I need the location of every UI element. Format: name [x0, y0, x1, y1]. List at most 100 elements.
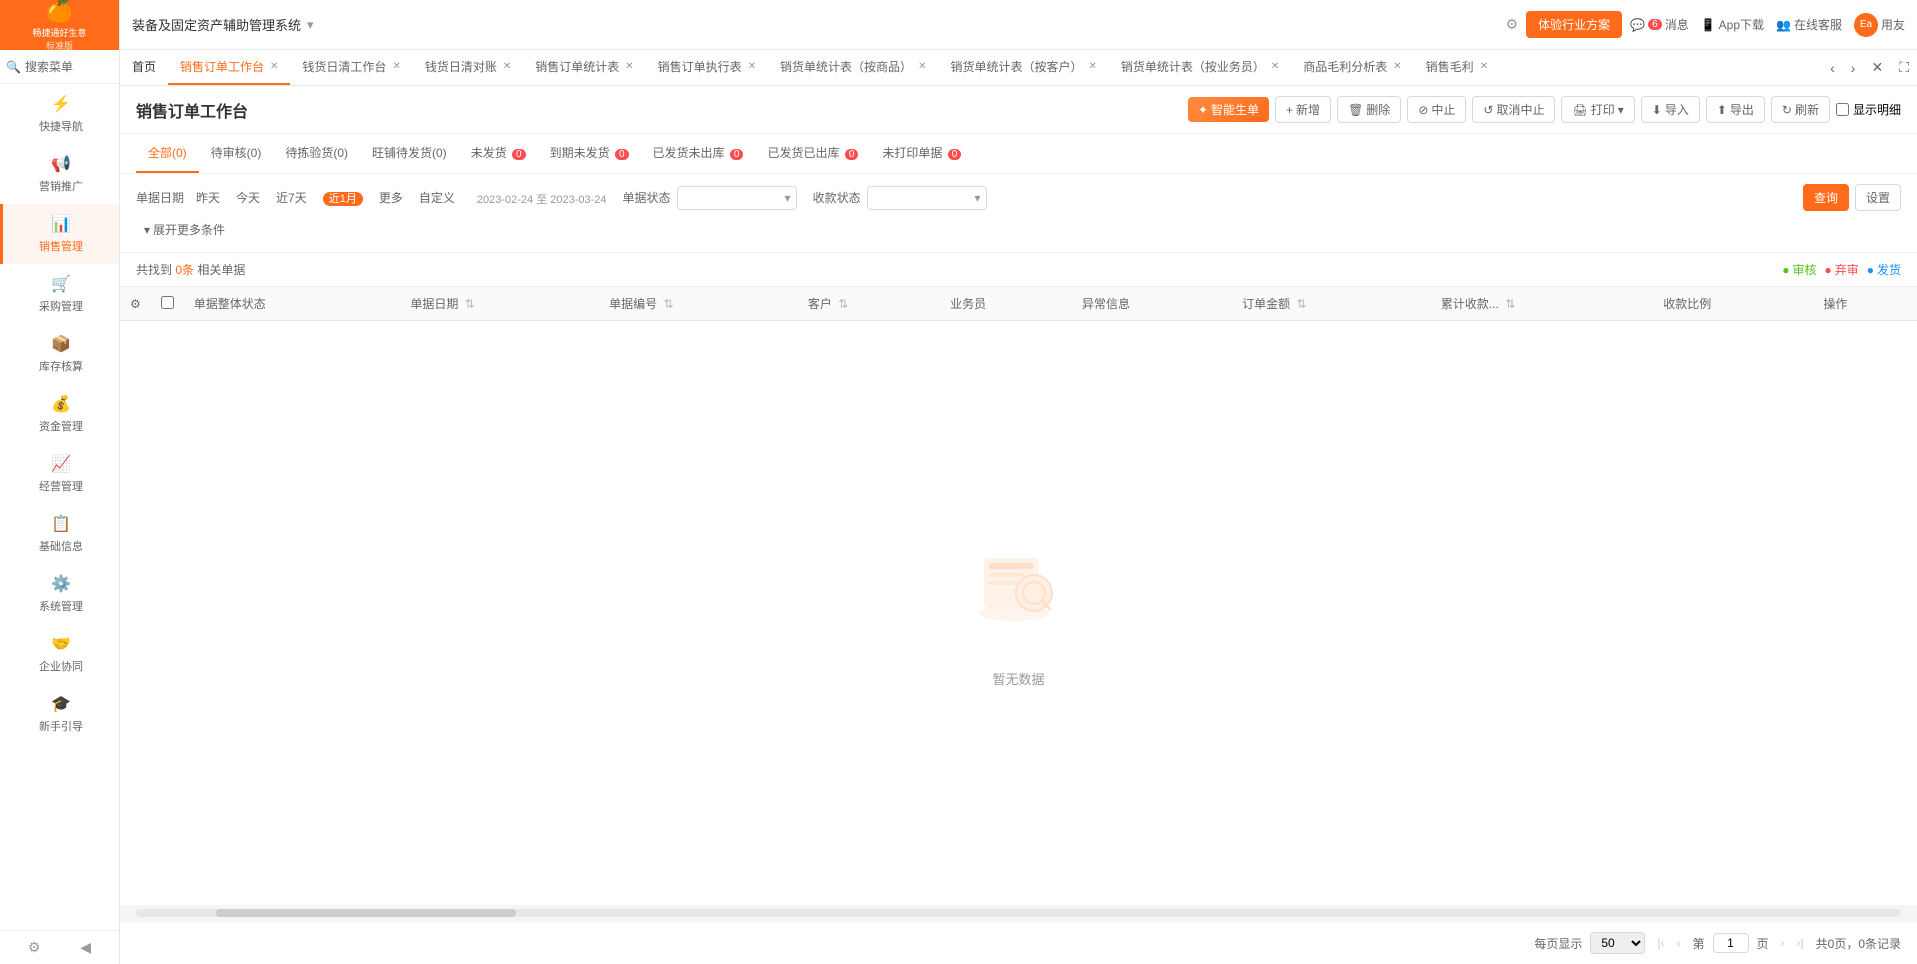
select-all-checkbox[interactable] — [161, 296, 174, 309]
tab-nav-next-icon[interactable]: › — [1843, 56, 1864, 80]
app-download-icon: 📱 — [1701, 18, 1716, 32]
deliver-btn[interactable]: ● 发货 — [1867, 261, 1901, 278]
tab-expand-icon[interactable]: ⛶ — [1891, 55, 1917, 80]
show-detail-label[interactable]: 显示明细 — [1836, 101, 1901, 118]
tab-sales-summary-customer[interactable]: 销货单统计表（按客户） ✕ — [938, 50, 1108, 85]
date-opt-custom[interactable]: 自定义 — [413, 187, 461, 208]
page-next-btn[interactable]: › — [1777, 934, 1789, 952]
tab-sales-workbench[interactable]: 销售订单工作台 ✕ — [168, 50, 290, 85]
expand-btn[interactable]: ▾ 展开更多条件 — [136, 217, 1901, 242]
settings-bottom-icon[interactable]: ⚙ — [28, 939, 41, 956]
tab-sales-summary-staff[interactable]: 销货单统计表（按业务员） ✕ — [1109, 50, 1291, 85]
date-options: 昨天 今天 近7天 近1月 更多 自定义 — [190, 187, 461, 208]
status-select[interactable] — [677, 186, 797, 210]
col-customer[interactable]: 客户 ⇅ — [798, 287, 940, 321]
col-status-label: 单据整体状态 — [194, 297, 266, 311]
sidebar-item-newbie[interactable]: 🎓 新手引导 — [0, 684, 119, 744]
date-opt-today[interactable]: 今天 — [230, 187, 266, 208]
filter-tab-not-printed[interactable]: 未打印单据 0 — [870, 134, 973, 173]
sidebar-item-purchase[interactable]: 🛒 采购管理 — [0, 264, 119, 324]
tab-close-icon[interactable]: ✕ — [748, 61, 756, 72]
app-download-action[interactable]: 📱 App下载 — [1701, 16, 1764, 33]
sidebar-item-marketing[interactable]: 📢 营销推广 — [0, 144, 119, 204]
tab-close-all-icon[interactable]: ✕ — [1863, 55, 1891, 80]
tab-sales-stats[interactable]: 销售订单统计表 ✕ — [523, 50, 645, 85]
online-service-action[interactable]: 👥 在线客服 — [1776, 16, 1842, 33]
tab-close-icon[interactable]: ✕ — [918, 61, 926, 72]
filter-tab-not-shipped[interactable]: 未发货 0 — [459, 134, 538, 173]
page-prev-btn[interactable]: ‹ — [1672, 934, 1684, 952]
tab-close-icon[interactable]: ✕ — [270, 61, 278, 72]
filter-tab-pending-check[interactable]: 待拣验货(0) — [273, 134, 360, 173]
tab-close-icon[interactable]: ✕ — [1271, 61, 1279, 72]
sidebar-item-finance[interactable]: 💰 资金管理 — [0, 384, 119, 444]
payment-select[interactable] — [867, 186, 987, 210]
sidebar-item-label: 营销推广 — [39, 178, 83, 194]
filter-tab-wangpu[interactable]: 旺铺待发货(0) — [360, 134, 459, 173]
cancel-suspend-btn[interactable]: ↺ 取消中止 — [1472, 96, 1555, 123]
tab-cash-daily[interactable]: 钱货日清工作台 ✕ — [290, 50, 412, 85]
tab-sales-exec[interactable]: 销售订单执行表 ✕ — [646, 50, 768, 85]
header-settings-icon[interactable]: ⚙ — [1506, 16, 1519, 33]
user-action[interactable]: Ea 用友 — [1854, 13, 1905, 37]
message-action[interactable]: 💬 6 消息 — [1630, 16, 1689, 33]
filter-tab-pending-review[interactable]: 待审核(0) — [199, 134, 274, 173]
col-amount[interactable]: 订单金额 ⇅ — [1232, 287, 1431, 321]
add-btn[interactable]: + 新增 — [1275, 96, 1331, 123]
sidebar-item-operation[interactable]: 📈 经营管理 — [0, 444, 119, 504]
filter-tab-shipped-out[interactable]: 已发货已出库 0 — [755, 134, 870, 173]
refresh-btn[interactable]: ↻ 刷新 — [1771, 96, 1830, 123]
search-menu[interactable]: 🔍 搜索菜单 — [0, 50, 119, 84]
date-opt-yesterday[interactable]: 昨天 — [190, 187, 226, 208]
show-detail-checkbox[interactable] — [1836, 103, 1849, 116]
tab-sales-more[interactable]: 销售毛利 ✕ — [1414, 50, 1500, 85]
scroll-area[interactable] — [120, 905, 1917, 921]
sidebar-item-basic[interactable]: 📋 基础信息 — [0, 504, 119, 564]
dropdown-arrow-icon[interactable]: ▾ — [307, 17, 314, 33]
page-input[interactable] — [1713, 933, 1749, 953]
print-btn[interactable]: 🖨 打印 ▾ — [1561, 96, 1634, 123]
tab-nav-prev-icon[interactable]: ‹ — [1822, 56, 1843, 80]
sidebar-item-quick-nav[interactable]: ⚡ 快捷导航 — [0, 84, 119, 144]
col-date[interactable]: 单据日期 ⇅ — [400, 287, 599, 321]
tab-home[interactable]: 首页 — [120, 50, 168, 85]
sidebar-item-enterprise[interactable]: 🤝 企业协同 — [0, 624, 119, 684]
date-opt-1month[interactable]: 近1月 — [317, 188, 369, 208]
tab-close-icon[interactable]: ✕ — [503, 61, 511, 72]
sidebar-item-system[interactable]: ⚙️ 系统管理 — [0, 564, 119, 624]
tab-close-icon[interactable]: ✕ — [1480, 61, 1488, 72]
page-first-btn[interactable]: |‹ — [1653, 934, 1668, 952]
col-number[interactable]: 单据编号 ⇅ — [599, 287, 798, 321]
import-btn[interactable]: ⬇ 导入 — [1641, 96, 1700, 123]
audit-btn[interactable]: ● 审核 — [1782, 261, 1816, 278]
date-opt-7days[interactable]: 近7天 — [270, 187, 313, 208]
revoke-btn[interactable]: ● 弃审 — [1824, 261, 1858, 278]
delete-btn[interactable]: 🗑 删除 — [1337, 96, 1401, 123]
sidebar-item-inventory[interactable]: 📦 库存核算 — [0, 324, 119, 384]
trial-btn[interactable]: 体验行业方案 — [1526, 11, 1622, 38]
scroll-track[interactable] — [136, 909, 1901, 917]
gear-col-header[interactable]: ⚙ — [120, 287, 151, 321]
settings-search-btn[interactable]: 设置 — [1855, 184, 1901, 211]
tab-close-icon[interactable]: ✕ — [625, 61, 633, 72]
filter-tab-all[interactable]: 全部(0) — [136, 134, 199, 173]
tab-cash-reconcile[interactable]: 钱货日清对账 ✕ — [413, 50, 523, 85]
collapse-icon[interactable]: ◀ — [80, 939, 91, 956]
col-collected[interactable]: 累计收款... ⇅ — [1431, 287, 1653, 321]
filter-tab-overdue[interactable]: 到期未发货 0 — [538, 134, 641, 173]
tab-close-icon[interactable]: ✕ — [392, 61, 400, 72]
ai-generate-btn[interactable]: ✦ 智能生单 — [1188, 97, 1269, 122]
filter-tab-shipped-not-out[interactable]: 已发货未出库 0 — [641, 134, 756, 173]
sidebar-item-sales[interactable]: 📊 销售管理 — [0, 204, 119, 264]
tab-close-icon[interactable]: ✕ — [1088, 61, 1096, 72]
export-btn[interactable]: ⬆ 导出 — [1706, 96, 1765, 123]
tab-sales-summary-product[interactable]: 销货单统计表（按商品） ✕ — [768, 50, 938, 85]
page-last-btn[interactable]: ›| — [1793, 934, 1808, 952]
query-btn[interactable]: 查询 — [1803, 184, 1849, 211]
suspend-btn[interactable]: ⊘ 中止 — [1407, 96, 1466, 123]
per-page-select[interactable]: 50 20 100 — [1590, 932, 1645, 954]
tab-close-icon[interactable]: ✕ — [1393, 61, 1401, 72]
tab-product-margin[interactable]: 商品毛利分析表 ✕ — [1291, 50, 1413, 85]
date-opt-more[interactable]: 更多 — [373, 187, 409, 208]
scroll-thumb[interactable] — [216, 909, 516, 917]
